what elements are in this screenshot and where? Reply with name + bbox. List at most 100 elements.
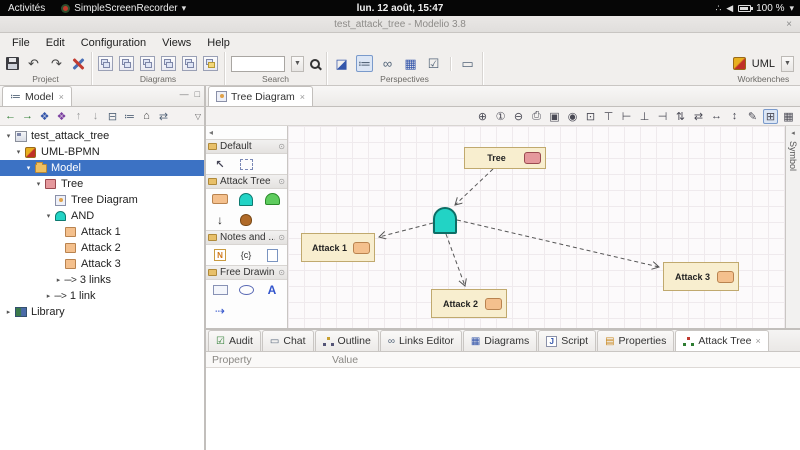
workbench-value[interactable]: UML bbox=[752, 58, 775, 70]
align-left-icon[interactable]: ⊢ bbox=[619, 109, 634, 124]
tree-item-3-links[interactable]: ▸--->3 links bbox=[0, 272, 204, 288]
and-gate-tool[interactable] bbox=[238, 192, 254, 206]
clean-workspace-icon[interactable]: ◪ bbox=[333, 55, 350, 72]
zoom-selection-icon[interactable]: ⊡ bbox=[583, 109, 598, 124]
expander-icon[interactable]: ▾ bbox=[43, 212, 54, 220]
attack-node-tool[interactable] bbox=[212, 192, 228, 206]
tab-chat[interactable]: ▭Chat bbox=[262, 330, 314, 351]
align-right-icon[interactable]: ⊣ bbox=[655, 109, 670, 124]
links-perspective-icon[interactable]: ∞ bbox=[379, 55, 396, 72]
tab-model[interactable]: ≔ Model × bbox=[2, 86, 72, 106]
pin-icon[interactable]: ⊙ bbox=[278, 142, 285, 151]
search-input[interactable] bbox=[231, 56, 285, 72]
close-icon[interactable]: × bbox=[755, 336, 760, 346]
menu-file[interactable]: File bbox=[4, 35, 38, 51]
search-icon[interactable] bbox=[310, 59, 320, 69]
usecase-diagram-icon[interactable] bbox=[140, 56, 155, 71]
attack-link-tool[interactable]: ↓ bbox=[212, 213, 228, 227]
palette-collapse-button[interactable]: ◂ bbox=[206, 126, 287, 139]
package-diagram-icon[interactable] bbox=[119, 56, 134, 71]
node-attack2[interactable]: Attack 2 bbox=[431, 289, 507, 318]
tab-links-editor[interactable]: ∞Links Editor bbox=[380, 330, 462, 351]
preferences-window-icon[interactable]: ▭ bbox=[459, 55, 476, 72]
align-bottom-icon[interactable]: ⊥ bbox=[637, 109, 652, 124]
deployment-diagram-icon[interactable] bbox=[161, 56, 176, 71]
maximize-panel-icon[interactable]: □ bbox=[195, 89, 200, 99]
text-tool[interactable]: A bbox=[264, 283, 280, 297]
activity-diagram-icon[interactable] bbox=[182, 56, 197, 71]
tree-item-tree[interactable]: ▾Tree bbox=[0, 176, 204, 192]
same-height-icon[interactable]: ↕ bbox=[727, 109, 742, 124]
page-setup-icon[interactable]: ▦ bbox=[781, 109, 796, 124]
select-tool[interactable]: ↖ bbox=[212, 157, 228, 171]
snapshot-icon[interactable]: ◉ bbox=[565, 109, 580, 124]
align-top-icon[interactable]: ⊤ bbox=[601, 109, 616, 124]
zoom-in-icon[interactable]: ⊕ bbox=[475, 109, 490, 124]
or-gate-tool[interactable] bbox=[264, 192, 280, 206]
collapse-all-icon[interactable]: ⊟ bbox=[105, 109, 120, 124]
expander-icon[interactable]: ▸ bbox=[43, 292, 54, 300]
marquee-tool[interactable] bbox=[238, 157, 254, 171]
dependency-edge[interactable] bbox=[455, 169, 493, 205]
pin-icon[interactable]: ⊙ bbox=[278, 177, 285, 186]
tab-tree-diagram[interactable]: Tree Diagram × bbox=[208, 86, 313, 106]
matrix-perspective-icon[interactable]: ▦ bbox=[402, 55, 419, 72]
tree-item-attack-2[interactable]: Attack 2 bbox=[0, 240, 204, 256]
expander-icon[interactable]: ▾ bbox=[33, 180, 44, 188]
palette-drawer-attack-tree[interactable]: Attack Tree⊙ bbox=[206, 174, 287, 189]
tree-item-model[interactable]: ▾Model bbox=[0, 160, 204, 176]
node-attack3[interactable]: Attack 3 bbox=[663, 262, 739, 291]
save-icon[interactable] bbox=[6, 57, 19, 70]
sync-selection-icon[interactable]: ⇄ bbox=[156, 109, 171, 124]
app-menu[interactable]: SimpleScreenRecorder ▾ bbox=[53, 3, 194, 14]
undo-icon[interactable]: ↶ bbox=[25, 55, 42, 72]
model-browser-perspective-icon[interactable]: ≔ bbox=[356, 55, 373, 72]
tab-script[interactable]: JScript bbox=[538, 330, 596, 351]
new-matrix-icon[interactable] bbox=[203, 56, 218, 71]
expander-icon[interactable]: ▸ bbox=[3, 308, 14, 316]
and-gate-node[interactable] bbox=[433, 207, 457, 234]
menu-configuration[interactable]: Configuration bbox=[73, 35, 154, 51]
same-width-icon[interactable]: ↔ bbox=[709, 109, 724, 124]
center-vertical-icon[interactable]: ⇅ bbox=[673, 109, 688, 124]
pin-icon[interactable]: ⊙ bbox=[278, 233, 285, 242]
menu-views[interactable]: Views bbox=[154, 35, 199, 51]
save-diagram-icon[interactable]: ▣ bbox=[547, 109, 562, 124]
note-tool[interactable]: N bbox=[212, 248, 228, 262]
format-paint-icon[interactable]: ✎ bbox=[745, 109, 760, 124]
palette-drawer-notes-and-[interactable]: Notes and ...⊙ bbox=[206, 230, 287, 245]
palette-drawer-free-drawing[interactable]: Free Drawing⊙ bbox=[206, 265, 287, 280]
class-diagram-icon[interactable] bbox=[98, 56, 113, 71]
window-close-button[interactable]: × bbox=[786, 19, 792, 30]
activities-button[interactable]: Activités bbox=[0, 3, 53, 14]
expander-icon[interactable]: ▾ bbox=[3, 132, 14, 140]
home-icon[interactable]: ⌂ bbox=[139, 109, 154, 124]
tab-diagrams[interactable]: ▦Diagrams bbox=[463, 330, 537, 351]
tree-item-library[interactable]: ▸Library bbox=[0, 304, 204, 320]
rectangle-tool[interactable] bbox=[212, 283, 228, 297]
show-grid-icon[interactable]: ⊞ bbox=[763, 109, 778, 124]
navigate-purple-icon[interactable]: ❖ bbox=[54, 109, 69, 124]
expander-icon[interactable]: ▸ bbox=[53, 276, 64, 284]
navigate-blue-icon[interactable]: ❖ bbox=[37, 109, 52, 124]
document-tool[interactable] bbox=[264, 248, 280, 262]
tree-item-attack-3[interactable]: Attack 3 bbox=[0, 256, 204, 272]
diagram-canvas[interactable]: TreeAttack 1Attack 2Attack 3 bbox=[288, 126, 785, 328]
pin-icon[interactable]: ⊙ bbox=[278, 268, 285, 277]
expander-icon[interactable]: ▾ bbox=[13, 148, 24, 156]
view-menu-icon[interactable]: ▽ bbox=[195, 112, 201, 121]
checks-perspective-icon[interactable]: ☑ bbox=[425, 55, 442, 72]
zoom-out-icon[interactable]: ⊖ bbox=[511, 109, 526, 124]
menu-help[interactable]: Help bbox=[199, 35, 238, 51]
tree-item-tree-diagram[interactable]: Tree Diagram bbox=[0, 192, 204, 208]
tools-icon[interactable] bbox=[71, 57, 85, 71]
back-icon[interactable]: ← bbox=[3, 109, 18, 124]
close-icon[interactable]: × bbox=[300, 92, 305, 102]
dependency-edge[interactable] bbox=[446, 234, 465, 286]
line-tool[interactable]: ⇢ bbox=[212, 304, 228, 318]
tab-outline[interactable]: Outline bbox=[315, 330, 379, 351]
tab-properties[interactable]: ▤Properties bbox=[597, 330, 674, 351]
tree-item-and[interactable]: ▾AND bbox=[0, 208, 204, 224]
palette-drawer-default[interactable]: Default⊙ bbox=[206, 139, 287, 154]
workbench-dropdown-button[interactable]: ▼ bbox=[781, 56, 794, 72]
